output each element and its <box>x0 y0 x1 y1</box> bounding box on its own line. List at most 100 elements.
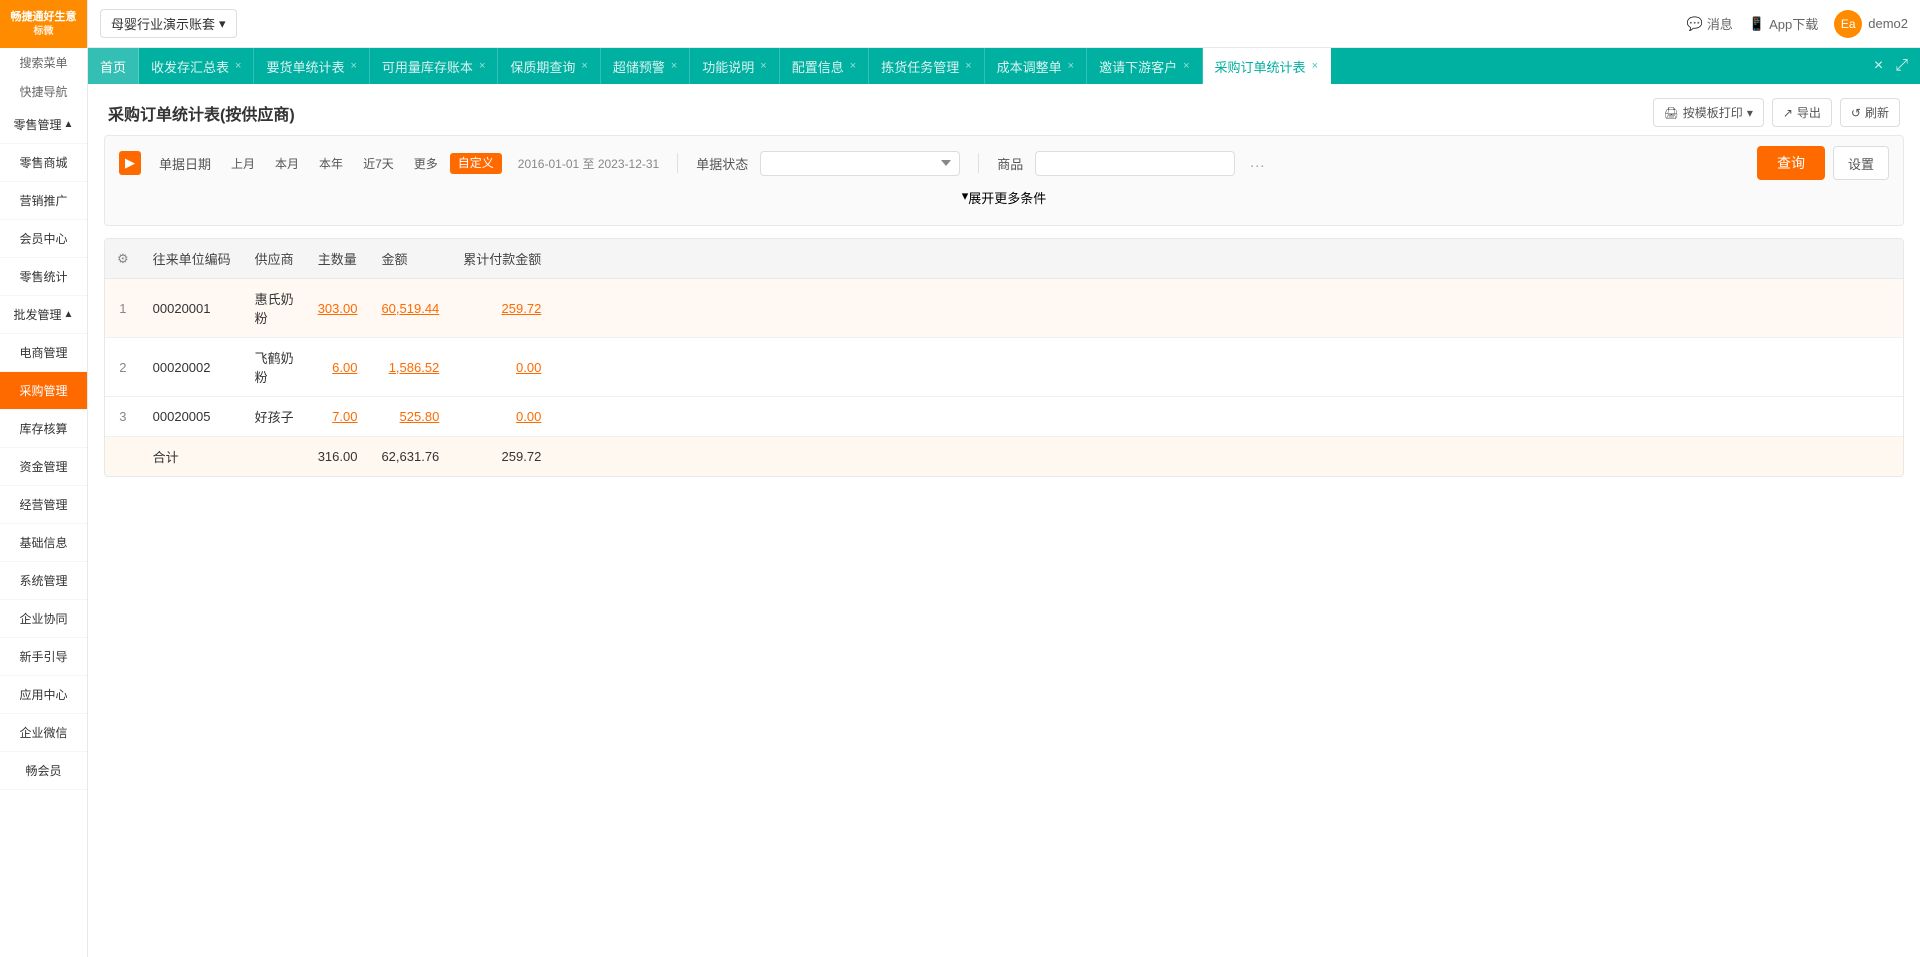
row-1-num: 1 <box>105 279 141 338</box>
row-3-amount: 525.80 <box>369 397 451 437</box>
tab-purchase-stats[interactable]: 采购订单统计表 × <box>1203 48 1331 84</box>
tab-config-info[interactable]: 配置信息 × <box>780 48 869 84</box>
date-btn-last-month[interactable]: 上月 <box>223 153 263 174</box>
tab-invite-downstream-close[interactable]: × <box>1183 60 1189 72</box>
row-2-paid: 0.00 <box>451 338 553 397</box>
tab-config-info-close[interactable]: × <box>850 60 856 72</box>
tab-close-all-btn[interactable]: × <box>1870 55 1887 77</box>
tab-expiry-query-label: 保质期查询 <box>510 57 575 76</box>
footer-qty: 316.00 <box>306 437 370 477</box>
row-2-code: 00020002 <box>141 338 243 397</box>
sidebar-item-retail-mgmt[interactable]: 零售管理 ▲ <box>0 106 87 144</box>
tab-invite-downstream[interactable]: 邀请下游客户 × <box>1087 48 1202 84</box>
sidebar-item-inventory-check[interactable]: 库存核算 <box>0 410 87 448</box>
refresh-button[interactable]: ↺ 刷新 <box>1840 98 1900 127</box>
sidebar-item-ecommerce-mgmt[interactable]: 电商管理 <box>0 334 87 372</box>
sidebar-item-purchase-mgmt[interactable]: 采购管理 <box>0 372 87 410</box>
sidebar: 畅捷通好生意 标微 搜索菜单 快捷导航 零售管理 ▲ 零售商城 营销推广 会员中… <box>0 0 88 957</box>
app-download-link[interactable]: 📱 App下载 <box>1749 14 1818 33</box>
filter-row-1: ▶ 单据日期 上月 本月 本年 近7天 更多 自定义 2016-01-01 至 … <box>119 146 1889 180</box>
tab-overstock-warning-close[interactable]: × <box>671 60 677 72</box>
sidebar-item-fund-mgmt[interactable]: 资金管理 <box>0 448 87 486</box>
footer-amount: 62,631.76 <box>369 437 451 477</box>
sidebar-item-enterprise-wechat[interactable]: 企业微信 <box>0 714 87 752</box>
message-link[interactable]: 💬 消息 <box>1687 14 1733 33</box>
date-btn-more[interactable]: 更多 <box>406 153 446 174</box>
page-header: 采购订单统计表(按供应商) 🖨 按模板打印 ▾ ↗ 导出 ↺ 刷新 <box>88 84 1920 135</box>
tab-collect-pay-close[interactable]: × <box>235 60 241 72</box>
page-content: 采购订单统计表(按供应商) 🖨 按模板打印 ▾ ↗ 导出 ↺ 刷新 <box>88 84 1920 957</box>
table-row: 2 00020002 飞鹤奶粉 6.00 1,586.52 0.00 <box>105 338 1903 397</box>
table-row: 1 00020001 惠氏奶粉 303.00 60,519.44 259.72 <box>105 279 1903 338</box>
sidebar-item-retail-stats[interactable]: 零售统计 <box>0 258 87 296</box>
filter-toggle-btn[interactable]: ▶ <box>119 151 141 175</box>
tab-overstock-warning-label: 超储预警 <box>613 57 665 76</box>
expand-more-btn[interactable]: ▾ 展开更多条件 <box>119 180 1889 215</box>
sidebar-item-new-guide[interactable]: 新手引导 <box>0 638 87 676</box>
sidebar-item-basic-info[interactable]: 基础信息 <box>0 524 87 562</box>
tab-invite-downstream-label: 邀请下游客户 <box>1099 57 1177 76</box>
tab-expiry-query-close[interactable]: × <box>581 60 587 72</box>
tab-order-stats[interactable]: 要货单统计表 × <box>254 48 369 84</box>
status-select[interactable] <box>760 151 960 176</box>
row-2-num: 2 <box>105 338 141 397</box>
table-header-row: ⚙ 往来单位编码 供应商 主数量 金额 累计付款金额 <box>105 239 1903 279</box>
tab-actions: × ⤢ <box>1862 55 1920 77</box>
tab-inventory-ledger-close[interactable]: × <box>479 60 485 72</box>
tab-purchase-stats-close[interactable]: × <box>1312 60 1318 72</box>
app-logo: 畅捷通好生意 标微 <box>0 0 87 48</box>
tab-expiry-query[interactable]: 保质期查询 × <box>498 48 600 84</box>
sidebar-item-enterprise-coop[interactable]: 企业协同 <box>0 600 87 638</box>
tab-pick-task-close[interactable]: × <box>965 60 971 72</box>
goods-more-icon[interactable]: … <box>1249 154 1265 172</box>
avatar-icon: Ea <box>1834 10 1862 38</box>
sidebar-item-quick-nav[interactable]: 快捷导航 <box>0 77 87 106</box>
sidebar-item-retail-mall[interactable]: 零售商城 <box>0 144 87 182</box>
company-selector[interactable]: 母婴行业演示账套 ▾ <box>100 9 237 38</box>
tab-function-desc-close[interactable]: × <box>760 60 766 72</box>
tab-order-stats-close[interactable]: × <box>350 60 356 72</box>
tab-home-label: 首页 <box>100 57 126 76</box>
date-custom-tag[interactable]: 自定义 <box>450 153 502 174</box>
row-3-supplier: 好孩子 <box>243 397 306 437</box>
row-2-supplier: 飞鹤奶粉 <box>243 338 306 397</box>
setting-button[interactable]: 设置 <box>1833 146 1889 180</box>
row-1-supplier: 惠氏奶粉 <box>243 279 306 338</box>
tab-function-desc[interactable]: 功能说明 × <box>690 48 779 84</box>
user-avatar[interactable]: Ea demo2 <box>1834 10 1908 38</box>
sidebar-item-search[interactable]: 搜索菜单 <box>0 48 87 77</box>
sidebar-item-operation-mgmt[interactable]: 经营管理 <box>0 486 87 524</box>
sidebar-item-wholesale-mgmt[interactable]: 批发管理 ▲ <box>0 296 87 334</box>
sidebar-item-app-center[interactable]: 应用中心 <box>0 676 87 714</box>
date-btn-this-month[interactable]: 本月 <box>267 153 307 174</box>
footer-empty-1 <box>105 437 141 477</box>
tab-pick-task-label: 拣货任务管理 <box>881 57 959 76</box>
template-print-button[interactable]: 🖨 按模板打印 ▾ <box>1653 98 1764 127</box>
tab-collect-pay[interactable]: 收发存汇总表 × <box>139 48 254 84</box>
tab-fullscreen-btn[interactable]: ⤢ <box>1891 55 1912 77</box>
date-btn-7days[interactable]: 近7天 <box>355 153 402 174</box>
table-footer-row: 合计 316.00 62,631.76 259.72 <box>105 437 1903 477</box>
col-supplier-header: 供应商 <box>243 239 306 279</box>
row-3-qty: 7.00 <box>306 397 370 437</box>
date-btn-this-year[interactable]: 本年 <box>311 153 351 174</box>
tab-home[interactable]: 首页 <box>88 48 139 84</box>
data-table: ⚙ 往来单位编码 供应商 主数量 金额 累计付款金额 1 00020001 <box>105 239 1903 476</box>
tab-pick-task[interactable]: 拣货任务管理 × <box>869 48 984 84</box>
tab-cost-adjust[interactable]: 成本调整单 × <box>985 48 1087 84</box>
export-button[interactable]: ↗ 导出 <box>1772 98 1832 127</box>
row-1-amount: 60,519.44 <box>369 279 451 338</box>
tab-inventory-ledger[interactable]: 可用量库存账本 × <box>370 48 498 84</box>
table-settings-icon[interactable]: ⚙ <box>117 251 129 266</box>
sidebar-item-marketing[interactable]: 营销推广 <box>0 182 87 220</box>
sidebar-item-vip-member[interactable]: 畅会员 <box>0 752 87 790</box>
query-button[interactable]: 查询 <box>1757 146 1825 180</box>
sidebar-item-member-center[interactable]: 会员中心 <box>0 220 87 258</box>
sidebar-item-system-mgmt[interactable]: 系统管理 <box>0 562 87 600</box>
footer-paid: 259.72 <box>451 437 553 477</box>
tab-overstock-warning[interactable]: 超储预警 × <box>601 48 690 84</box>
filter-sep-1 <box>677 153 678 173</box>
goods-input[interactable] <box>1035 151 1235 176</box>
tab-cost-adjust-close[interactable]: × <box>1068 60 1074 72</box>
row-3-extra <box>553 397 1903 437</box>
